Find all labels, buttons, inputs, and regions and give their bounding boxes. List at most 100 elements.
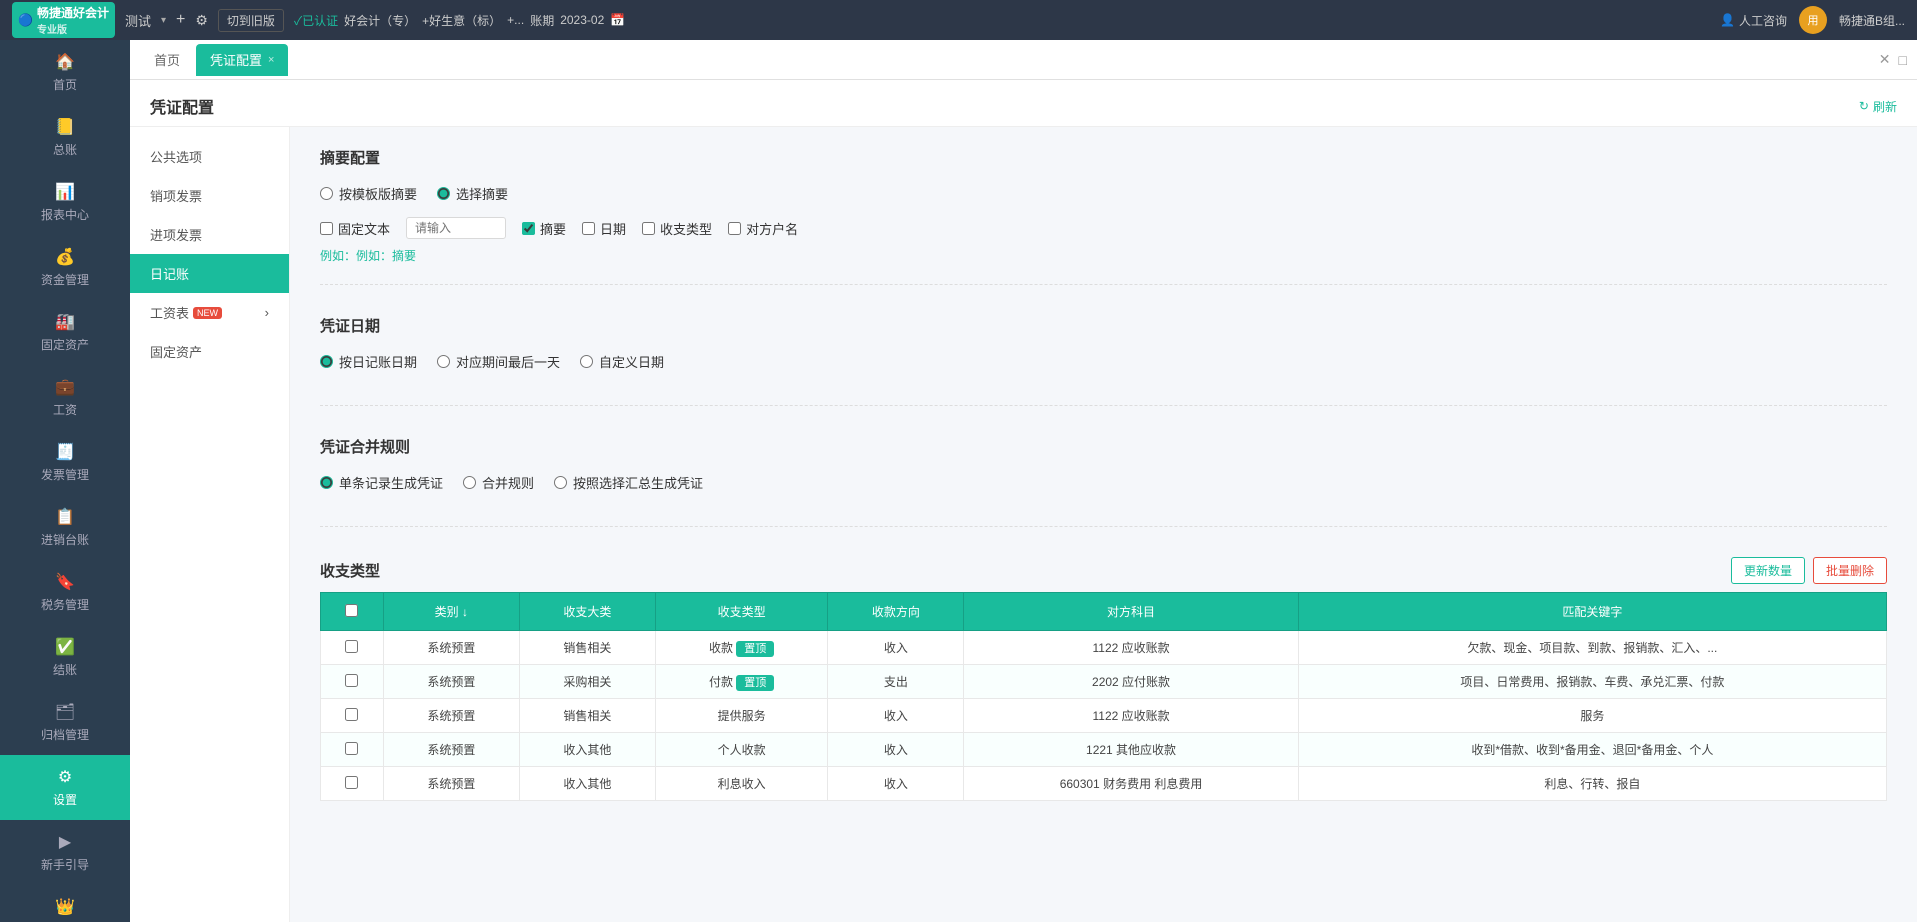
date-checkbox[interactable] xyxy=(582,222,595,235)
tag-certified: ✓已认证 xyxy=(294,12,338,29)
tag-period-value[interactable]: 2023-02 xyxy=(560,13,604,27)
username[interactable]: 畅捷通B组... xyxy=(1839,12,1905,29)
avatar[interactable]: 用 xyxy=(1799,6,1827,34)
sidebar-item-ledger[interactable]: 📒 总账 xyxy=(0,105,130,170)
merge-rules-section: 凭证合并规则 单条记录生成凭证 合并规则 按照选择汇总生成凭证 xyxy=(320,436,1887,527)
sidebar-item-assets[interactable]: 🏭 固定资产 xyxy=(0,300,130,365)
merge-radio-summary[interactable]: 按照选择汇总生成凭证 xyxy=(554,473,703,492)
row-checkbox-cell[interactable] xyxy=(321,767,384,801)
checkbox-counterparty[interactable]: 对方户名 xyxy=(728,219,798,238)
topbar-plus-icon[interactable]: + xyxy=(176,11,185,29)
type-badge[interactable]: 置顶 xyxy=(736,641,774,657)
fixed-text-input[interactable] xyxy=(406,217,506,239)
sidebar-item-funds[interactable]: 💰 资金管理 xyxy=(0,235,130,300)
merge-radio-single-input[interactable] xyxy=(320,476,333,489)
sidebar-item-home[interactable]: 🏠 首页 xyxy=(0,40,130,105)
sidebar-item-member[interactable]: 👑 畅会员 xyxy=(0,885,130,922)
voucher-date-radio-last[interactable]: 对应期间最后一天 xyxy=(437,352,560,371)
type-checkbox[interactable] xyxy=(642,222,655,235)
row-checkbox-cell[interactable] xyxy=(321,665,384,699)
update-button[interactable]: 更新数量 xyxy=(1731,557,1805,584)
row-subject: 660301 财务费用 利息费用 xyxy=(964,767,1298,801)
merge-radio-rules-input[interactable] xyxy=(463,476,476,489)
row-checkbox-0[interactable] xyxy=(345,640,358,653)
row-checkbox-2[interactable] xyxy=(345,708,358,721)
income-expense-table: 类别 ↓ 收支大类 收支类型 收款方向 对方科目 匹配关键字 系统预置 销售相关… xyxy=(320,592,1887,801)
refresh-button[interactable]: ↻ 刷新 xyxy=(1859,98,1897,115)
sidebar-item-purchase[interactable]: 📋 进销台账 xyxy=(0,495,130,560)
sidebar-label-ledger: 总账 xyxy=(53,141,77,158)
col-checkbox[interactable] xyxy=(321,593,384,631)
income-expense-section: 收支类型 更新数量 批量删除 类别 ↓ 收支大类 收支类型 收款方向 xyxy=(320,557,1887,801)
merge-radio-summary-input[interactable] xyxy=(554,476,567,489)
row-checkbox-4[interactable] xyxy=(345,776,358,789)
left-nav-public[interactable]: 公共选项 xyxy=(130,137,289,176)
voucher-date-radio-custom[interactable]: 自定义日期 xyxy=(580,352,664,371)
checkbox-type[interactable]: 收支类型 xyxy=(642,219,712,238)
table-row: 系统预置 采购相关 付款 置顶 支出 2202 应付账款 项目、日常费用、报销款… xyxy=(321,665,1887,699)
merge-radio-rules[interactable]: 合并规则 xyxy=(463,473,534,492)
row-checkbox-cell[interactable] xyxy=(321,699,384,733)
summary-radio-template-input[interactable] xyxy=(320,187,333,200)
example-text: 例如：例如：摘要 xyxy=(320,247,1887,264)
sidebar-item-payroll[interactable]: 💼 工资 xyxy=(0,365,130,430)
sidebar-item-guide[interactable]: ▶ 新手引导 xyxy=(0,820,130,885)
tag-more: +... xyxy=(507,13,524,27)
sidebar-label-tax: 税务管理 xyxy=(41,596,89,613)
sidebar-item-invoice[interactable]: 🧾 发票管理 xyxy=(0,430,130,495)
voucher-date-radio-diary[interactable]: 按日记账日期 xyxy=(320,352,417,371)
row-checkbox-1[interactable] xyxy=(345,674,358,687)
row-checkbox-cell[interactable] xyxy=(321,631,384,665)
sidebar-item-reports[interactable]: 📊 报表中心 xyxy=(0,170,130,235)
summary-checkbox[interactable] xyxy=(522,222,535,235)
left-nav-purchase-invoice[interactable]: 进项发票 xyxy=(130,215,289,254)
topbar-dropdown-icon[interactable]: ▾ xyxy=(161,15,166,26)
window-max-button[interactable]: □ xyxy=(1899,52,1907,68)
summary-radio-select[interactable]: 选择摘要 xyxy=(437,184,508,203)
merge-radio-single[interactable]: 单条记录生成凭证 xyxy=(320,473,443,492)
version-switch-button[interactable]: 切到旧版 xyxy=(218,9,284,32)
row-keywords: 项目、日常费用、报销款、车费、承兑汇票、付款 xyxy=(1298,665,1886,699)
select-all-checkbox[interactable] xyxy=(345,604,358,617)
fixed-text-checkbox[interactable] xyxy=(320,222,333,235)
topbar-gear-icon[interactable]: ⚙ xyxy=(195,12,208,29)
summary-radio-template[interactable]: 按模板版摘要 xyxy=(320,184,417,203)
left-nav-fixed-assets[interactable]: 固定资产 xyxy=(130,332,289,371)
sidebar-item-tax[interactable]: 🔖 税务管理 xyxy=(0,560,130,625)
help-button[interactable]: 👤 人工咨询 xyxy=(1720,12,1787,29)
tab-home[interactable]: 首页 xyxy=(140,44,194,76)
left-nav-diary[interactable]: 日记账 xyxy=(130,254,289,293)
tab-voucher[interactable]: 凭证配置 × xyxy=(196,44,288,76)
row-checkbox-cell[interactable] xyxy=(321,733,384,767)
archive-icon: 🗂 xyxy=(55,702,75,722)
checkbox-date[interactable]: 日期 xyxy=(582,219,626,238)
voucher-date-radio-custom-input[interactable] xyxy=(580,355,593,368)
summary-radio-select-input[interactable] xyxy=(437,187,450,200)
sidebar-item-archive[interactable]: 🗂 归档管理 xyxy=(0,690,130,755)
checkbox-summary[interactable]: 摘要 xyxy=(522,219,566,238)
sidebar-label-home: 首页 xyxy=(53,76,77,93)
tag-product1: 好会计（专） xyxy=(344,12,416,29)
row-keywords: 收到*借款、收到*备用金、退回*备用金、个人 xyxy=(1298,733,1886,767)
voucher-date-radio-diary-input[interactable] xyxy=(320,355,333,368)
home-icon: 🏠 xyxy=(55,52,75,72)
window-close-button[interactable]: ✕ xyxy=(1879,51,1891,68)
calendar-icon[interactable]: 📅 xyxy=(610,13,625,27)
sidebar-item-settings[interactable]: ⚙ 设置 xyxy=(0,755,130,820)
left-nav-sales-invoice[interactable]: 销项发票 xyxy=(130,176,289,215)
left-nav-payroll-table[interactable]: 工资表 NEW › xyxy=(130,293,289,332)
type-label: 收支类型 xyxy=(660,219,712,238)
counterparty-checkbox[interactable] xyxy=(728,222,741,235)
sidebar-item-close[interactable]: ✅ 结账 xyxy=(0,625,130,690)
checkbox-fixed-text[interactable]: 固定文本 xyxy=(320,219,390,238)
topbar-menu[interactable]: 测试 xyxy=(125,11,151,30)
tab-close-icon[interactable]: × xyxy=(268,54,274,66)
row-checkbox-3[interactable] xyxy=(345,742,358,755)
voucher-date-radio-last-input[interactable] xyxy=(437,355,450,368)
batch-delete-button[interactable]: 批量删除 xyxy=(1813,557,1887,584)
type-badge[interactable]: 置顶 xyxy=(736,675,774,691)
purchase-icon: 📋 xyxy=(55,507,75,527)
page-content: 公共选项 销项发票 进项发票 日记账 工资表 NEW › xyxy=(130,127,1917,922)
row-type: 提供服务 xyxy=(655,699,827,733)
row-major: 销售相关 xyxy=(519,631,655,665)
